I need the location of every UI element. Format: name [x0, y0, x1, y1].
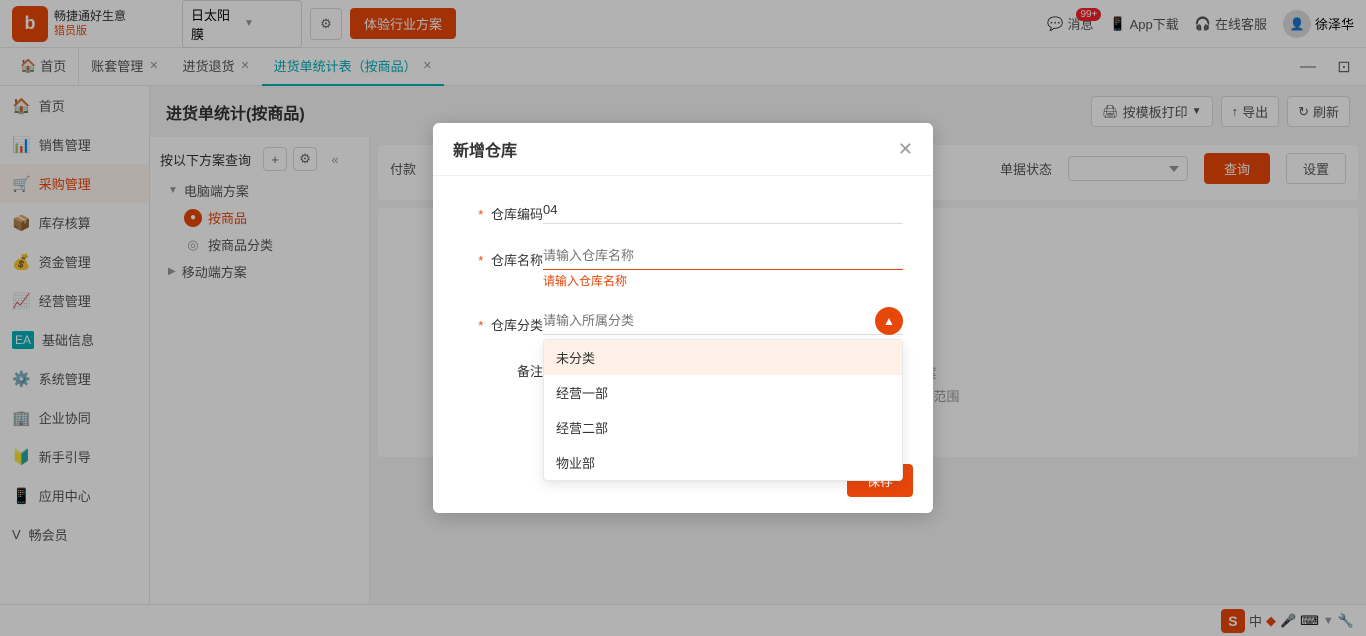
required-star: *	[478, 207, 483, 222]
warehouse-code-field	[543, 196, 903, 224]
required-star: *	[478, 253, 483, 268]
dropdown-item-dept3[interactable]: 物业部	[544, 445, 902, 480]
add-warehouse-modal: 新增仓库 ✕ * 仓库编码 * 仓库名称	[433, 123, 933, 513]
category-dropdown: 未分类 经营一部 经营二部 物业部	[543, 339, 903, 481]
warehouse-name-input[interactable]	[543, 242, 903, 270]
warehouse-name-row: * 仓库名称 请输入仓库名称	[463, 242, 903, 289]
modal-title: 新增仓库	[453, 137, 517, 161]
warehouse-name-error: 请输入仓库名称	[543, 272, 903, 289]
modal-header: 新增仓库 ✕	[433, 123, 933, 176]
dropdown-item-dept1[interactable]: 经营一部	[544, 375, 902, 410]
dropdown-item-uncategorized[interactable]: 未分类	[544, 340, 902, 375]
category-row: * 仓库分类 ▲ 未分类 经营一部 经营二部 物业部	[463, 307, 903, 335]
remark-label: 备注	[463, 353, 543, 380]
warehouse-name-label: * 仓库名称	[463, 242, 543, 269]
warehouse-code-label: * 仓库编码	[463, 196, 543, 223]
modal-body: * 仓库编码 * 仓库名称 请输入仓库名称	[433, 176, 933, 454]
dropdown-item-dept2[interactable]: 经营二部	[544, 410, 902, 445]
warehouse-name-field: 请输入仓库名称	[543, 242, 903, 289]
category-label: * 仓库分类	[463, 307, 543, 334]
warehouse-code-input[interactable]	[543, 196, 903, 224]
warehouse-code-row: * 仓库编码	[463, 196, 903, 224]
dropdown-toggle-btn[interactable]: ▲	[875, 307, 903, 335]
modal-overlay: 新增仓库 ✕ * 仓库编码 * 仓库名称	[0, 0, 1366, 636]
category-select-wrapper: ▲ 未分类 经营一部 经营二部 物业部	[543, 307, 903, 335]
modal-close-btn[interactable]: ✕	[898, 140, 913, 158]
category-input[interactable]	[543, 307, 903, 335]
category-field: ▲ 未分类 经营一部 经营二部 物业部	[543, 307, 903, 335]
required-star: *	[478, 318, 483, 333]
